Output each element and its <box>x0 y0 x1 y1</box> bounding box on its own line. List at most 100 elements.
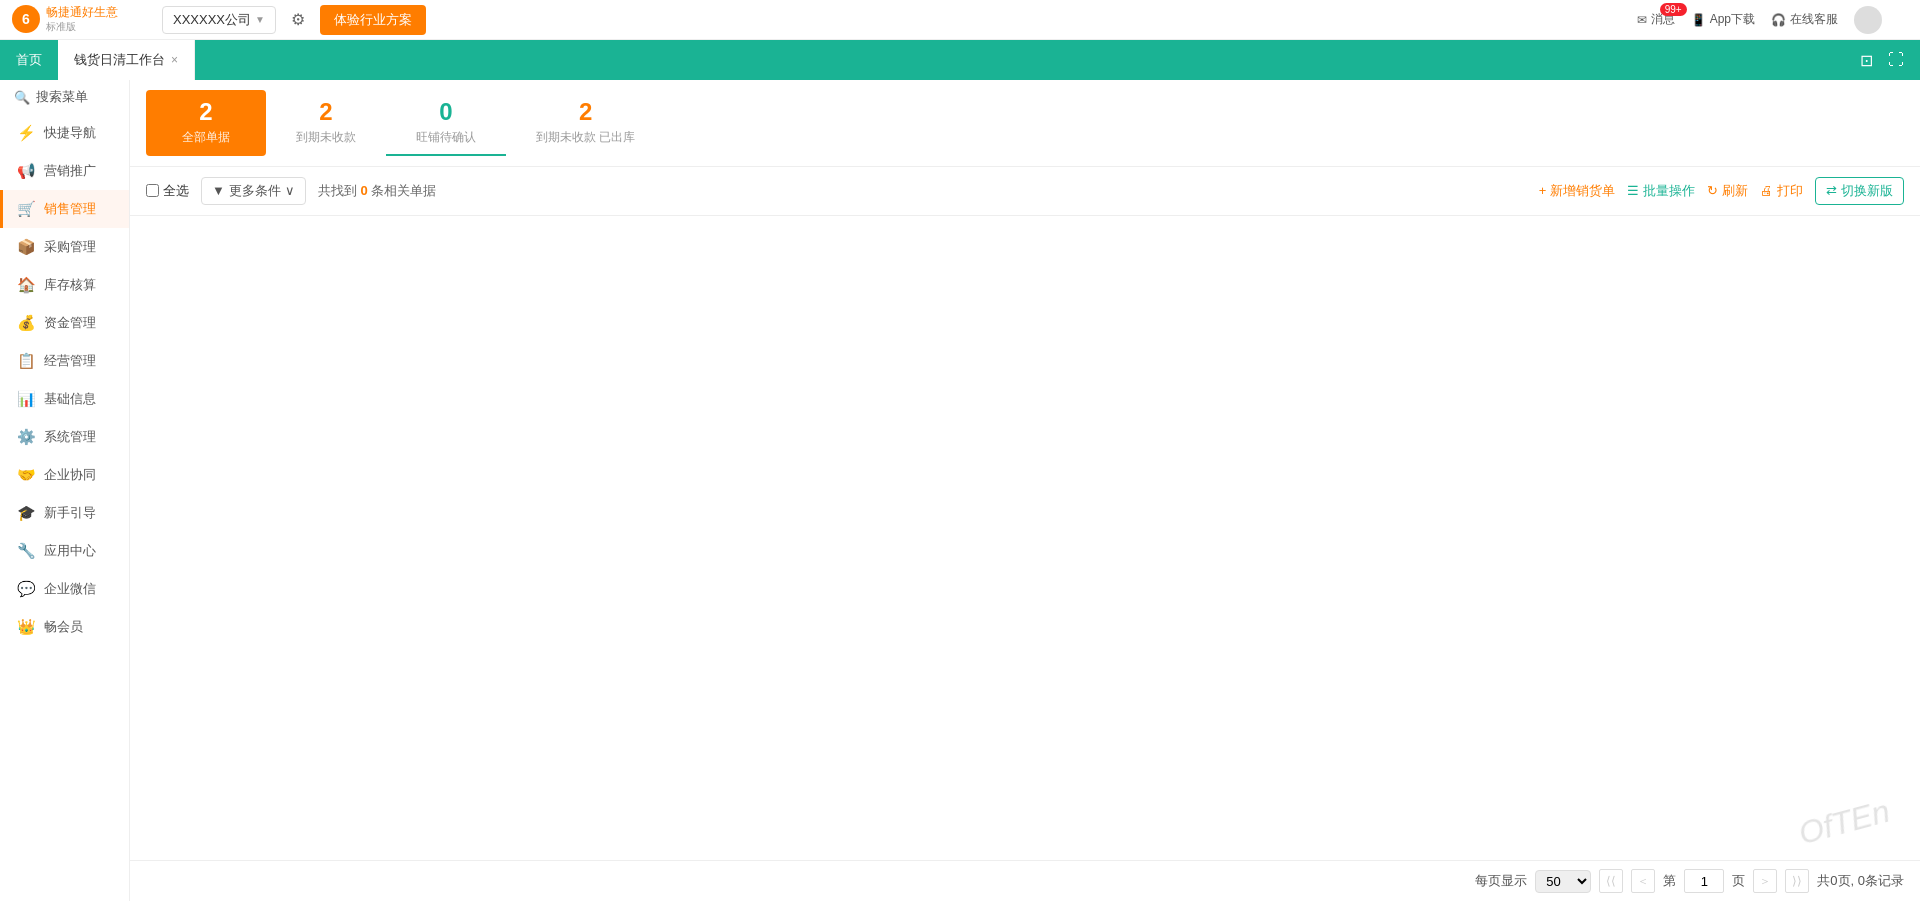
pagination-bar: 每页显示 50 20 100 ⟨⟨ ＜ 第 页 ＞ ⟩⟩ 共0页, 0条记录 <box>130 860 1920 901</box>
switch-version-button[interactable]: ⇄ 切换新版 <box>1815 177 1904 205</box>
guide-icon: 🎓 <box>17 504 36 522</box>
found-prefix: 共找到 <box>318 183 357 198</box>
messages-button[interactable]: ✉ 消息 99+ <box>1637 11 1675 28</box>
enterprise-icon: 🤝 <box>17 466 36 484</box>
filter-chevron-icon: ∨ <box>285 183 295 198</box>
sidebar-item-inventory[interactable]: 🏠 库存核算 <box>0 266 129 304</box>
filter-button[interactable]: ▼ 更多条件 ∨ <box>201 177 306 205</box>
online-service-label: 在线客服 <box>1790 11 1838 28</box>
sidebar-item-finance[interactable]: 💰 资金管理 <box>0 304 129 342</box>
mobile-icon: 📱 <box>1691 13 1706 27</box>
switch-icon: ⇄ <box>1826 183 1837 198</box>
logo-text-block: 畅捷通好生意 标准版 <box>46 5 118 33</box>
print-label: 打印 <box>1777 182 1803 200</box>
sidebar-item-quicknav[interactable]: ⚡ 快捷导航 <box>0 114 129 152</box>
logo-name: 畅捷通好生意 <box>46 5 118 19</box>
filter-icon: ▼ <box>212 183 225 198</box>
sidebar-item-basic-info[interactable]: 📊 基础信息 <box>0 380 129 418</box>
sales-label: 销售管理 <box>44 200 96 218</box>
last-page-button[interactable]: ⟩⟩ <box>1785 869 1809 893</box>
online-service-button[interactable]: 🎧 在线客服 <box>1771 11 1838 28</box>
search-icon: 🔍 <box>14 90 30 105</box>
card-wangpu-num: 0 <box>439 98 452 127</box>
basic-info-icon: 📊 <box>17 390 36 408</box>
message-icon: ✉ <box>1637 13 1647 27</box>
tab-close-icon[interactable]: × <box>171 53 178 67</box>
batch-button[interactable]: ☰ 批量操作 <box>1627 182 1695 200</box>
window-minimize-icon[interactable]: ⊡ <box>1854 48 1878 72</box>
prev-page-button[interactable]: ＜ <box>1631 869 1655 893</box>
sidebar-item-member[interactable]: 👑 畅会员 <box>0 608 129 646</box>
sidebar-item-system[interactable]: ⚙️ 系统管理 <box>0 418 129 456</box>
sidebar-item-operations[interactable]: 📋 经营管理 <box>0 342 129 380</box>
marketing-icon: 📢 <box>17 162 36 180</box>
add-sale-button[interactable]: + 新增销货单 <box>1539 182 1615 200</box>
card-overdue[interactable]: 2 到期未收款 <box>266 90 386 156</box>
select-all-checkbox[interactable]: 全选 <box>146 182 189 200</box>
sidebar-item-enterprise[interactable]: 🤝 企业协同 <box>0 456 129 494</box>
inventory-label: 库存核算 <box>44 276 96 294</box>
quicknav-label: 快捷导航 <box>44 124 96 142</box>
sidebar-item-wecom[interactable]: 💬 企业微信 <box>0 570 129 608</box>
tab-active[interactable]: 钱货日清工作台 × <box>58 40 195 80</box>
select-all-input[interactable] <box>146 184 159 197</box>
main-layout: 🔍 搜索菜单 ⚡ 快捷导航 📢 营销推广 🛒 销售管理 📦 采购管理 🏠 库存核… <box>0 80 1920 901</box>
card-wangpu[interactable]: 0 旺铺待确认 <box>386 90 506 156</box>
guide-label: 新手引导 <box>44 504 96 522</box>
member-label: 畅会员 <box>44 618 83 636</box>
empty-content <box>130 216 1920 860</box>
found-text: 共找到 0 条相关单据 <box>318 182 436 200</box>
tab-active-label: 钱货日清工作台 <box>74 51 165 69</box>
wecom-icon: 💬 <box>17 580 36 598</box>
page-number-input[interactable] <box>1684 869 1724 893</box>
per-page-label: 每页显示 <box>1475 872 1527 890</box>
batch-label: 批量操作 <box>1643 182 1695 200</box>
purchase-icon: 📦 <box>17 238 36 256</box>
switch-label: 切换新版 <box>1841 182 1893 200</box>
settings-icon[interactable]: ⚙ <box>284 6 312 34</box>
per-page-select[interactable]: 50 20 100 <box>1535 870 1591 893</box>
search-menu-item[interactable]: 🔍 搜索菜单 <box>0 80 129 114</box>
quicknav-icon: ⚡ <box>17 124 36 142</box>
sidebar-item-marketing[interactable]: 📢 营销推广 <box>0 152 129 190</box>
card-all-label: 全部单据 <box>182 129 230 146</box>
card-overdue-shipped[interactable]: 2 到期未收款 已出库 <box>506 90 665 156</box>
operations-icon: 📋 <box>17 352 36 370</box>
filter-label: 更多条件 <box>229 182 281 200</box>
system-icon: ⚙️ <box>17 428 36 446</box>
company-selector[interactable]: XXXXXX公司 ▼ <box>162 6 276 34</box>
sidebar-item-purchase[interactable]: 📦 采购管理 <box>0 228 129 266</box>
page-label2: 页 <box>1732 872 1745 890</box>
print-icon: 🖨 <box>1760 183 1773 198</box>
header-middle: XXXXXX公司 ▼ ⚙ 体验行业方案 <box>142 5 1637 35</box>
search-menu-label: 搜索菜单 <box>36 88 88 106</box>
tab-bar: 首页 钱货日清工作台 × ⊡ ⛶ <box>0 40 1920 80</box>
sidebar-item-guide[interactable]: 🎓 新手引导 <box>0 494 129 532</box>
card-overdue-label: 到期未收款 <box>296 129 356 146</box>
inventory-icon: 🏠 <box>17 276 36 294</box>
refresh-button[interactable]: ↻ 刷新 <box>1707 182 1748 200</box>
window-maximize-icon[interactable]: ⛶ <box>1884 48 1908 72</box>
print-button[interactable]: 🖨 打印 <box>1760 182 1803 200</box>
first-page-button[interactable]: ⟨⟨ <box>1599 869 1623 893</box>
purchase-label: 采购管理 <box>44 238 96 256</box>
headset-icon: 🎧 <box>1771 13 1786 27</box>
summary-cards: 2 全部单据 2 到期未收款 0 旺铺待确认 2 到期未收款 已出库 <box>130 80 1920 167</box>
sidebar: 🔍 搜索菜单 ⚡ 快捷导航 📢 营销推广 🛒 销售管理 📦 采购管理 🏠 库存核… <box>0 80 130 901</box>
refresh-icon: ↻ <box>1707 183 1718 198</box>
system-label: 系统管理 <box>44 428 96 446</box>
tab-home[interactable]: 首页 <box>0 40 58 80</box>
app-download-label: App下载 <box>1710 11 1755 28</box>
next-page-button[interactable]: ＞ <box>1753 869 1777 893</box>
app-download-button[interactable]: 📱 App下载 <box>1691 11 1755 28</box>
trial-button[interactable]: 体验行业方案 <box>320 5 426 35</box>
sidebar-item-sales[interactable]: 🛒 销售管理 <box>0 190 129 228</box>
logo-icon: 6 <box>12 5 40 33</box>
card-all[interactable]: 2 全部单据 <box>146 90 266 156</box>
apps-label: 应用中心 <box>44 542 96 560</box>
wecom-label: 企业微信 <box>44 580 96 598</box>
avatar[interactable] <box>1854 6 1882 34</box>
sidebar-item-apps[interactable]: 🔧 应用中心 <box>0 532 129 570</box>
card-wangpu-label: 旺铺待确认 <box>416 129 476 146</box>
operations-label: 经营管理 <box>44 352 96 370</box>
